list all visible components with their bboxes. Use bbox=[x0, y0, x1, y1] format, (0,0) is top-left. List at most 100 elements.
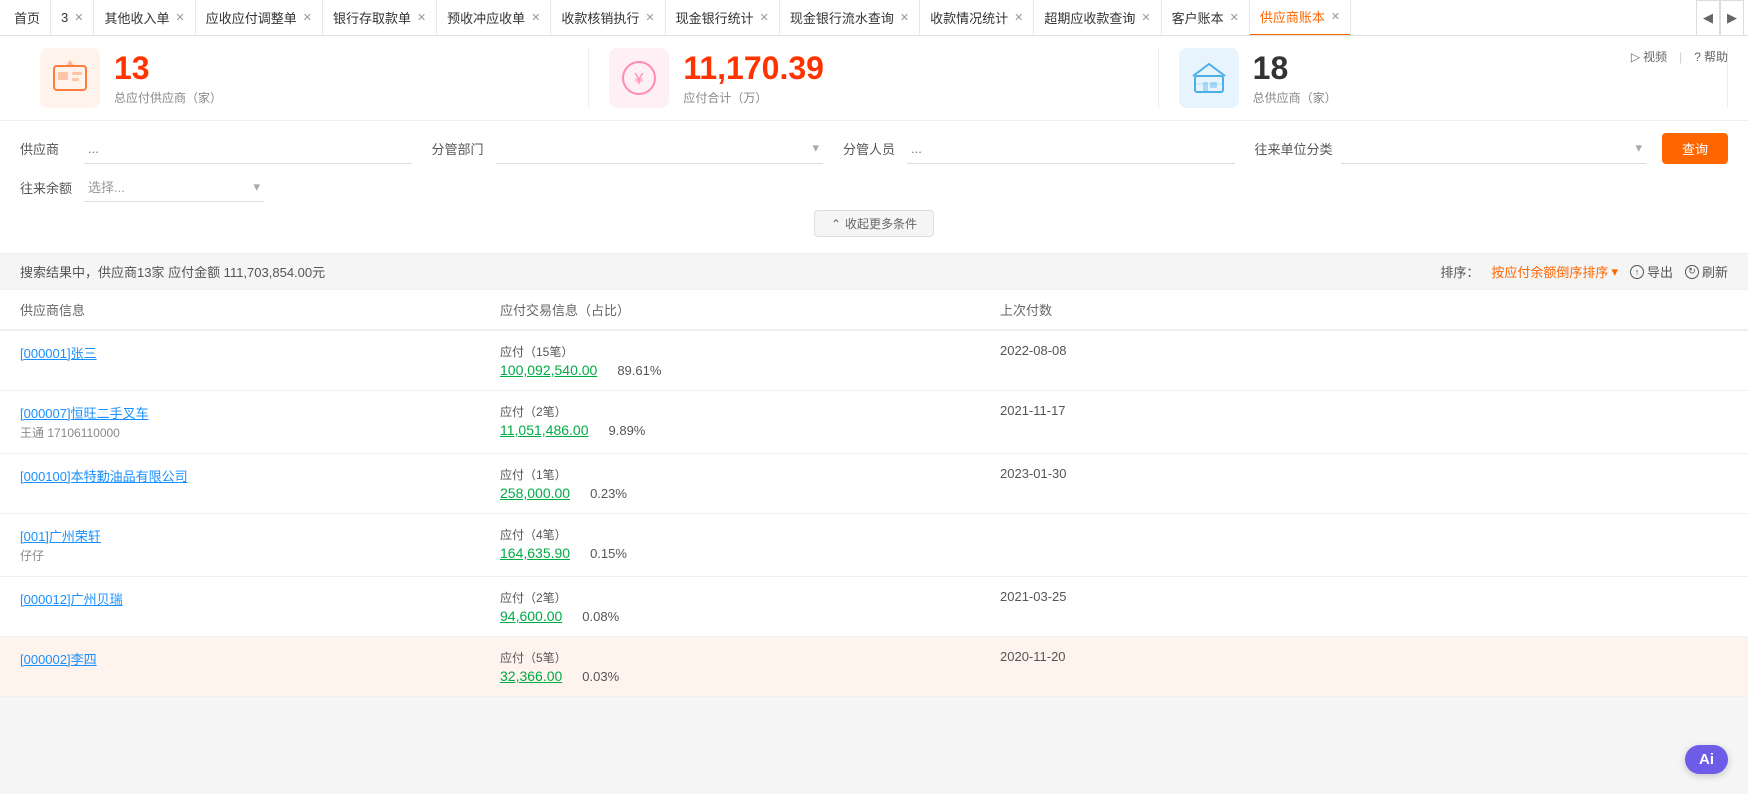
trans-percent: 9.89% bbox=[609, 423, 646, 438]
video-link[interactable]: ▷ 视频 bbox=[1631, 48, 1667, 65]
unit-category-select[interactable]: ▾ bbox=[1341, 134, 1646, 164]
trans-percent: 0.03% bbox=[582, 669, 619, 684]
trans-amount[interactable]: 32,366.00 bbox=[500, 668, 562, 684]
ai-badge[interactable]: Ai bbox=[1685, 745, 1728, 774]
close-icon[interactable]: ✕ bbox=[74, 11, 83, 24]
payable-suppliers-label: 总应付供应商（家） bbox=[114, 89, 222, 106]
trans-label: 应付（2笔） bbox=[500, 403, 1000, 420]
filter-unit-category: 往来单位分类 ▾ bbox=[1255, 134, 1647, 164]
trans-percent: 89.61% bbox=[617, 363, 661, 378]
supplier-input[interactable] bbox=[84, 134, 412, 164]
chevron-up-icon: ⌃ bbox=[831, 217, 841, 231]
table-header: 供应商信息 应付交易信息（占比） 上次付数 bbox=[0, 290, 1748, 331]
close-icon[interactable]: ✕ bbox=[417, 11, 426, 24]
help-link[interactable]: ? 帮助 bbox=[1694, 48, 1728, 65]
nav-tab-3[interactable]: 3 ✕ bbox=[51, 0, 94, 36]
supplier-link[interactable]: [000001]张三 bbox=[20, 343, 500, 362]
close-icon[interactable]: ✕ bbox=[1014, 11, 1023, 24]
row2-supplier: [000007]恒旺二手叉车 王通 17106110000 bbox=[20, 403, 500, 441]
last-pay-date: 2020-11-20 bbox=[1000, 649, 1066, 664]
row3-transaction: 应付（1笔） 258,000.00 0.23% bbox=[500, 466, 1000, 501]
chevron-down-icon: ▾ bbox=[253, 179, 260, 195]
supplier-link[interactable]: [000002]李四 bbox=[20, 649, 500, 668]
supplier-icon bbox=[40, 48, 100, 108]
nav-tab-cash-bank-stats[interactable]: 现金银行统计 ✕ bbox=[666, 0, 780, 36]
supplier-link[interactable]: [000100]本特勤油品有限公司 bbox=[20, 466, 500, 485]
search-button[interactable]: 查询 bbox=[1662, 133, 1728, 164]
trans-label: 应付（2笔） bbox=[500, 589, 1000, 606]
nav-tab-receipt-stats[interactable]: 收款情况统计 ✕ bbox=[920, 0, 1034, 36]
close-icon[interactable]: ✕ bbox=[1331, 10, 1340, 23]
nav-tab-supplier-account[interactable]: 供应商账本 ✕ bbox=[1250, 0, 1351, 36]
trans-row: 11,051,486.00 9.89% bbox=[500, 420, 1000, 438]
trans-amount[interactable]: 94,600.00 bbox=[500, 608, 562, 624]
export-button[interactable]: ↑ 导出 bbox=[1630, 262, 1673, 281]
trans-amount[interactable]: 258,000.00 bbox=[500, 485, 570, 501]
dept-select[interactable]: ▾ bbox=[496, 134, 824, 164]
close-icon[interactable]: ✕ bbox=[531, 11, 540, 24]
trans-amount[interactable]: 164,635.90 bbox=[500, 545, 570, 561]
total-suppliers-label: 总供应商（家） bbox=[1253, 89, 1337, 106]
balance-select[interactable]: 选择... ▾ bbox=[84, 172, 264, 202]
nav-tab-customer-account[interactable]: 客户账本 ✕ bbox=[1162, 0, 1250, 36]
stat-text-total-suppliers: 18 总供应商（家） bbox=[1253, 50, 1337, 106]
collapse-button[interactable]: ⌃ 收起更多条件 bbox=[814, 210, 934, 237]
last-pay-date: 2022-08-08 bbox=[1000, 343, 1067, 358]
nav-arrow-right[interactable]: ▶ bbox=[1720, 0, 1744, 36]
row5-transaction: 应付（2笔） 94,600.00 0.08% bbox=[500, 589, 1000, 624]
store-icon bbox=[1179, 48, 1239, 108]
nav-tab-adjustment[interactable]: 应收应付调整单 ✕ bbox=[196, 0, 323, 36]
sort-select[interactable]: 按应付余额倒序排序 ▾ bbox=[1491, 262, 1618, 281]
close-icon[interactable]: ✕ bbox=[1230, 11, 1239, 24]
nav-tab-receipt-exec[interactable]: 收款核销执行 ✕ bbox=[551, 0, 665, 36]
nav-tab-home[interactable]: 首页 bbox=[4, 0, 51, 36]
total-payable-number: 11,170.39 bbox=[683, 50, 824, 87]
trans-amount[interactable]: 11,051,486.00 bbox=[500, 422, 589, 438]
row6-supplier: [000002]李四 bbox=[20, 649, 500, 668]
col-header-last-pay: 上次付数 bbox=[1000, 300, 1728, 319]
results-bar: 搜索结果中，供应商13家 应付金额 111,703,854.00元 排序： 按应… bbox=[0, 254, 1748, 290]
nav-tab-advance[interactable]: 预收冲应收单 ✕ bbox=[437, 0, 551, 36]
export-icon: ↑ bbox=[1630, 265, 1644, 279]
close-icon[interactable]: ✕ bbox=[645, 11, 654, 24]
col-header-supplier: 供应商信息 bbox=[20, 300, 500, 319]
stat-text-total-payable: 11,170.39 应付合计（万） bbox=[683, 50, 824, 106]
supplier-link[interactable]: [001]广州荣轩 bbox=[20, 526, 500, 545]
row3-supplier: [000100]本特勤油品有限公司 bbox=[20, 466, 500, 485]
filter-row-1: 供应商 分管部门 ▾ 分管人员 往来单位分类 ▾ 查询 bbox=[20, 133, 1728, 164]
filter-supplier: 供应商 bbox=[20, 134, 412, 164]
trans-percent: 0.23% bbox=[590, 486, 627, 501]
dept-filter-label: 分管部门 bbox=[432, 139, 488, 158]
row5-last-pay: 2021-03-25 bbox=[1000, 589, 1728, 604]
supplier-sub: 王通 17106110000 bbox=[20, 424, 500, 441]
help-icon: ? bbox=[1694, 50, 1701, 64]
balance-filter-label: 往来余额 bbox=[20, 178, 76, 197]
chevron-down-icon: ▾ bbox=[812, 140, 819, 156]
nav-tab-bank-deposit[interactable]: 银行存取款单 ✕ bbox=[323, 0, 437, 36]
nav-tab-overdue[interactable]: 超期应收款查询 ✕ bbox=[1034, 0, 1161, 36]
close-icon[interactable]: ✕ bbox=[760, 11, 769, 24]
nav-tab-cash-flow[interactable]: 现金银行流水查询 ✕ bbox=[780, 0, 920, 36]
nav-tab-other-income[interactable]: 其他收入单 ✕ bbox=[94, 0, 195, 36]
trans-amount[interactable]: 100,092,540.00 bbox=[500, 362, 597, 378]
table-row: [000012]广州贝瑞 应付（2笔） 94,600.00 0.08% 2021… bbox=[0, 577, 1748, 637]
supplier-sub: 仔仔 bbox=[20, 547, 500, 564]
nav-arrow-left[interactable]: ◀ bbox=[1696, 0, 1720, 36]
last-pay-date: 2021-03-25 bbox=[1000, 589, 1067, 604]
play-icon: ▷ bbox=[1631, 50, 1640, 64]
supplier-link[interactable]: [000007]恒旺二手叉车 bbox=[20, 403, 500, 422]
filter-person: 分管人员 bbox=[843, 134, 1235, 164]
close-icon[interactable]: ✕ bbox=[175, 11, 184, 24]
collapse-row: ⌃ 收起更多条件 bbox=[20, 210, 1728, 245]
supplier-link[interactable]: [000012]广州贝瑞 bbox=[20, 589, 500, 608]
trans-label: 应付（4笔） bbox=[500, 526, 1000, 543]
close-icon[interactable]: ✕ bbox=[1141, 11, 1150, 24]
nav-tab-advance-label: 预收冲应收单 bbox=[447, 8, 525, 27]
close-icon[interactable]: ✕ bbox=[303, 11, 312, 24]
nav-tab-adjustment-label: 应收应付调整单 bbox=[206, 8, 297, 27]
nav-tab-bank-deposit-label: 银行存取款单 bbox=[333, 8, 411, 27]
col-header-transaction: 应付交易信息（占比） bbox=[500, 300, 1000, 319]
person-input[interactable] bbox=[907, 134, 1235, 164]
close-icon[interactable]: ✕ bbox=[900, 11, 909, 24]
refresh-button[interactable]: ↻ 刷新 bbox=[1685, 262, 1728, 281]
